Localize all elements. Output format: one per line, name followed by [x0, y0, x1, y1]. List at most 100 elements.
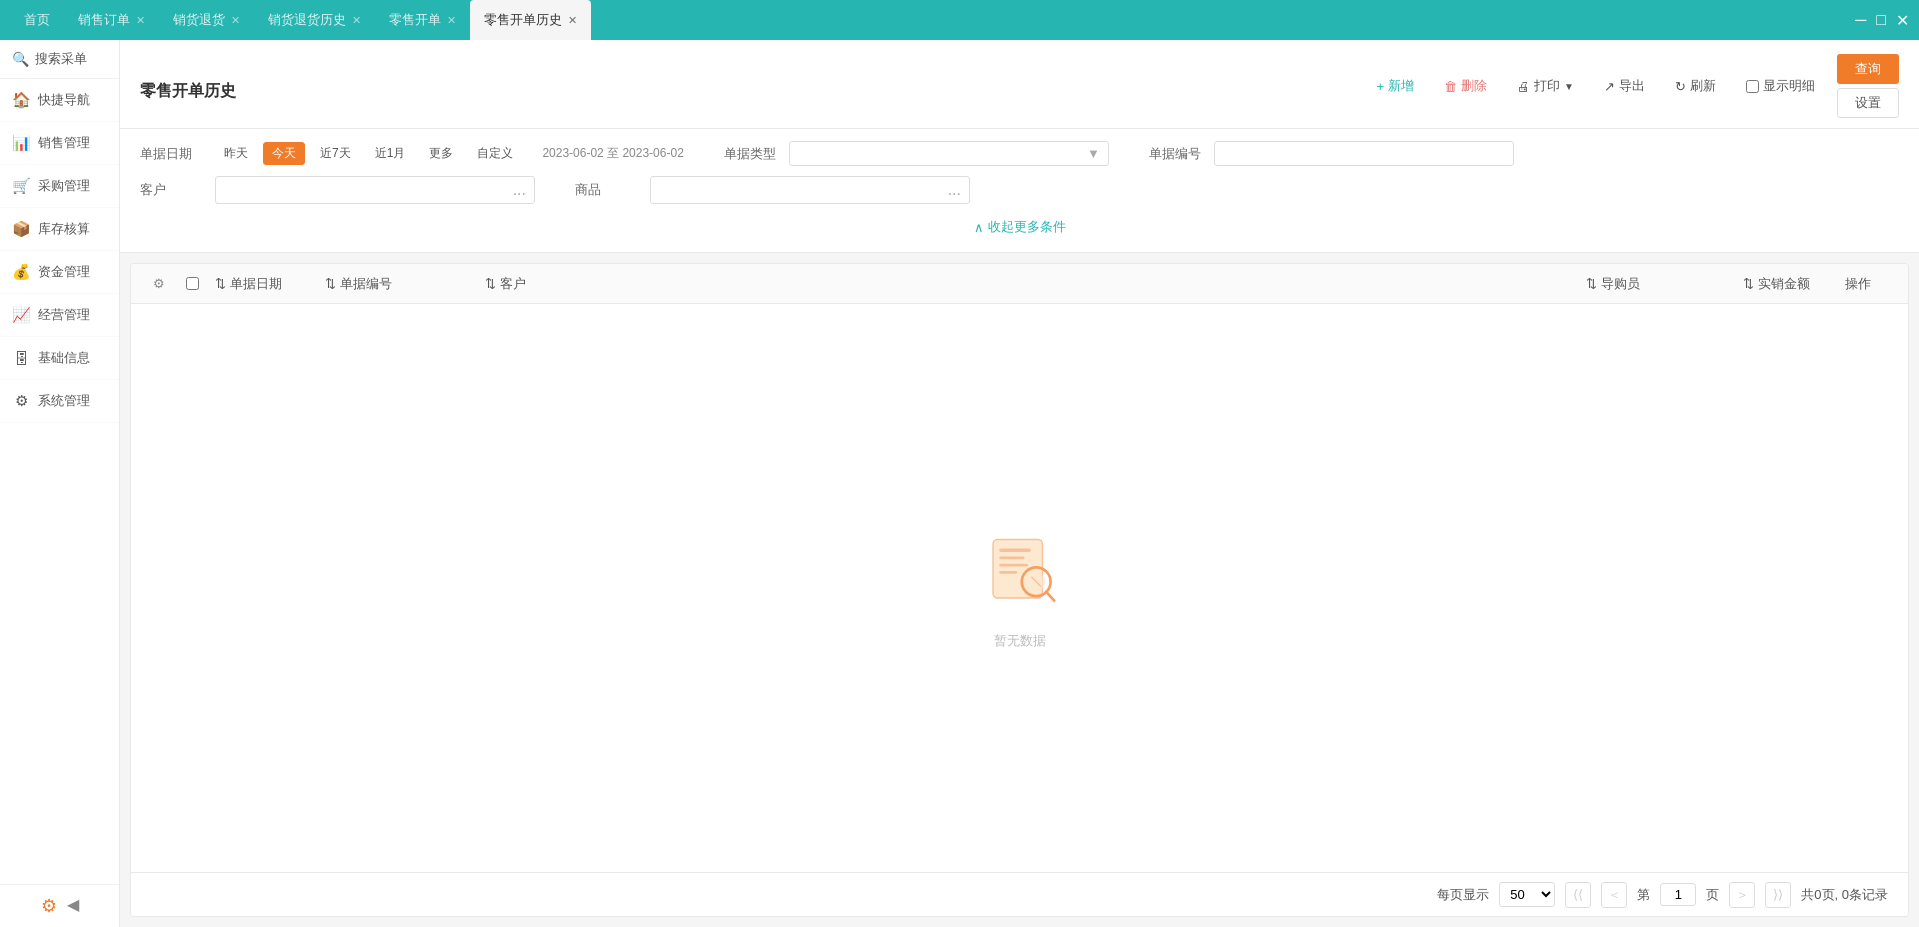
collapse-button[interactable]: ∧ 收起更多条件: [974, 214, 1066, 240]
empty-illustration: [975, 526, 1065, 616]
sidebar-item-inventory[interactable]: 📦 库存核算: [0, 208, 119, 251]
page-size-select[interactable]: 50 10 20 100: [1499, 882, 1555, 907]
sidebar-item-sys-mgmt[interactable]: ⚙ 系统管理: [0, 380, 119, 423]
data-table-wrapper: ⚙ ⇅ 单据日期 ⇅ 单据编号 ⇅ 客户 ⇅ 导购员: [130, 263, 1909, 917]
delete-button[interactable]: 🗑 删除: [1436, 73, 1495, 99]
page-header: 零售开单历史 + 新增 🗑 删除 🖨 打印 ▼ ↗ 导出: [120, 40, 1919, 129]
prev-page-button[interactable]: ＜: [1601, 882, 1627, 908]
last-page-button[interactable]: ⟩⟩: [1765, 882, 1791, 908]
sidebar-item-finance[interactable]: 💰 资金管理: [0, 251, 119, 294]
cart-icon: 🛒: [12, 177, 30, 195]
date-btn-yesterday[interactable]: 昨天: [215, 142, 257, 165]
sidebar-item-sales-mgmt[interactable]: 📊 销售管理: [0, 122, 119, 165]
trash-icon: 🗑: [1444, 79, 1457, 94]
print-button[interactable]: 🖨 打印 ▼: [1509, 73, 1582, 99]
collapse-up-icon: ∧: [974, 220, 984, 235]
top-tab-bar: 首页 销售订单 ✕ 销货退货 ✕ 销货退货历史 ✕ 零售开单 ✕ 零售开单历史 …: [0, 0, 1919, 40]
sidebar-item-biz-mgmt[interactable]: 📈 经营管理: [0, 294, 119, 337]
tab-close-sales-order[interactable]: ✕: [136, 14, 145, 27]
query-button[interactable]: 查询: [1837, 54, 1899, 84]
th-sno[interactable]: ⇅ 单据编号: [317, 275, 477, 293]
svg-rect-1: [999, 549, 1031, 553]
select-all-checkbox[interactable]: [186, 277, 199, 290]
customer-ellipsis-icon[interactable]: ...: [513, 181, 526, 199]
empty-text: 暂无数据: [994, 632, 1046, 650]
filter-area: 单据日期 昨天 今天 近7天 近1月 更多 自定义 2023-06-02 至 2…: [120, 129, 1919, 253]
collapse-sidebar-icon[interactable]: ◀: [67, 895, 79, 917]
settings-bottom-icon[interactable]: ⚙: [41, 895, 57, 917]
th-action: 操作: [1818, 275, 1898, 293]
doc-type-label: 单据类型: [724, 145, 779, 163]
th-date[interactable]: ⇅ 单据日期: [207, 275, 317, 293]
display-detail-checkbox[interactable]: [1746, 80, 1759, 93]
box-icon: 📦: [12, 220, 30, 238]
doc-no-input[interactable]: [1214, 141, 1514, 166]
main-layout: 🔍 搜索采单 🏠 快捷导航 📊 销售管理 🛒 采购管理 📦 库存核算 💰 资金管…: [0, 40, 1919, 927]
sidebar-item-purchase-mgmt[interactable]: 🛒 采购管理: [0, 165, 119, 208]
svg-line-7: [1046, 592, 1054, 601]
th-customer[interactable]: ⇅ 客户: [477, 275, 1578, 293]
database-icon: 🗄: [12, 349, 30, 367]
next-page-button[interactable]: ＞: [1729, 882, 1755, 908]
goods-ellipsis-icon[interactable]: ...: [948, 181, 961, 199]
date-range-display: 2023-06-02 至 2023-06-02: [542, 145, 683, 162]
date-btn-last7[interactable]: 近7天: [311, 142, 360, 165]
svg-rect-4: [999, 571, 1017, 574]
add-button[interactable]: + 新增: [1369, 73, 1423, 99]
table-select-all[interactable]: [177, 277, 207, 290]
refresh-icon: ↻: [1675, 79, 1686, 94]
tab-sales-order[interactable]: 销售订单 ✕: [64, 0, 159, 40]
settings-button[interactable]: 设置: [1837, 88, 1899, 118]
display-detail-button[interactable]: 显示明细: [1738, 73, 1823, 99]
date-filter-label: 单据日期: [140, 145, 195, 163]
tab-close-sales-return[interactable]: ✕: [231, 14, 240, 27]
chevron-down-icon: ▼: [1087, 146, 1100, 161]
tab-close-retail-open-history[interactable]: ✕: [568, 14, 577, 27]
th-amount[interactable]: ⇅ 实销金额: [1698, 275, 1818, 293]
date-btn-last1m[interactable]: 近1月: [366, 142, 415, 165]
print-arrow-icon: ▼: [1564, 81, 1574, 92]
date-btn-custom[interactable]: 自定义: [468, 142, 522, 165]
page-label-after: 页: [1706, 886, 1719, 904]
date-btn-more[interactable]: 更多: [420, 142, 462, 165]
sidebar-search[interactable]: 🔍 搜索采单: [0, 40, 119, 79]
customer-input-area[interactable]: ...: [215, 176, 535, 204]
chart-icon: 📊: [12, 134, 30, 152]
search-icon: 🔍: [12, 51, 29, 67]
tab-retail-open-history[interactable]: 零售开单历史 ✕: [470, 0, 591, 40]
tab-sales-return-history[interactable]: 销货退货历史 ✕: [254, 0, 375, 40]
sidebar-item-base-info[interactable]: 🗄 基础信息: [0, 337, 119, 380]
tab-close-retail-open[interactable]: ✕: [447, 14, 456, 27]
tab-retail-open[interactable]: 零售开单 ✕: [375, 0, 470, 40]
table-header: ⚙ ⇅ 单据日期 ⇅ 单据编号 ⇅ 客户 ⇅ 导购员: [131, 264, 1908, 304]
refresh-button[interactable]: ↻ 刷新: [1667, 73, 1724, 99]
customer-input[interactable]: [224, 183, 513, 198]
doc-type-select[interactable]: ▼: [789, 141, 1109, 166]
page-number-input[interactable]: [1660, 883, 1696, 906]
export-button[interactable]: ↗ 导出: [1596, 73, 1653, 99]
doc-no-label: 单据编号: [1149, 145, 1204, 163]
tab-sales-return[interactable]: 销货退货 ✕: [159, 0, 254, 40]
tab-close-sales-return-history[interactable]: ✕: [352, 14, 361, 27]
toolbar-actions: + 新增 🗑 删除 🖨 打印 ▼ ↗ 导出 ↻ 刷新: [1369, 54, 1900, 128]
pagination-bar: 每页显示 50 10 20 100 ⟨⟨ ＜ 第 页 ＞ ⟩⟩ 共0页, 0条记…: [131, 872, 1908, 916]
close-icon[interactable]: ✕: [1896, 11, 1909, 30]
goods-input-area[interactable]: ...: [650, 176, 970, 204]
tab-home[interactable]: 首页: [10, 0, 64, 40]
sidebar: 🔍 搜索采单 🏠 快捷导航 📊 销售管理 🛒 采购管理 📦 库存核算 💰 资金管…: [0, 40, 120, 927]
gear-icon: ⚙: [12, 392, 30, 410]
table-settings-icon[interactable]: ⚙: [141, 276, 177, 291]
minimize-icon[interactable]: ─: [1855, 11, 1866, 29]
content-pane: 零售开单历史 + 新增 🗑 删除 🖨 打印 ▼ ↗ 导出: [120, 40, 1919, 927]
sidebar-bottom: ⚙ ◀: [0, 884, 119, 927]
first-page-button[interactable]: ⟨⟨: [1565, 882, 1591, 908]
maximize-icon[interactable]: □: [1876, 11, 1886, 29]
filter-row-1: 单据日期 昨天 今天 近7天 近1月 更多 自定义 2023-06-02 至 2…: [140, 141, 1899, 166]
page-label-before: 第: [1637, 886, 1650, 904]
print-icon: 🖨: [1517, 79, 1530, 94]
sidebar-item-quick-nav[interactable]: 🏠 快捷导航: [0, 79, 119, 122]
date-btn-today[interactable]: 今天: [263, 142, 305, 165]
page-size-label: 每页显示: [1437, 886, 1489, 904]
th-guide[interactable]: ⇅ 导购员: [1578, 275, 1698, 293]
goods-input[interactable]: [659, 183, 948, 198]
